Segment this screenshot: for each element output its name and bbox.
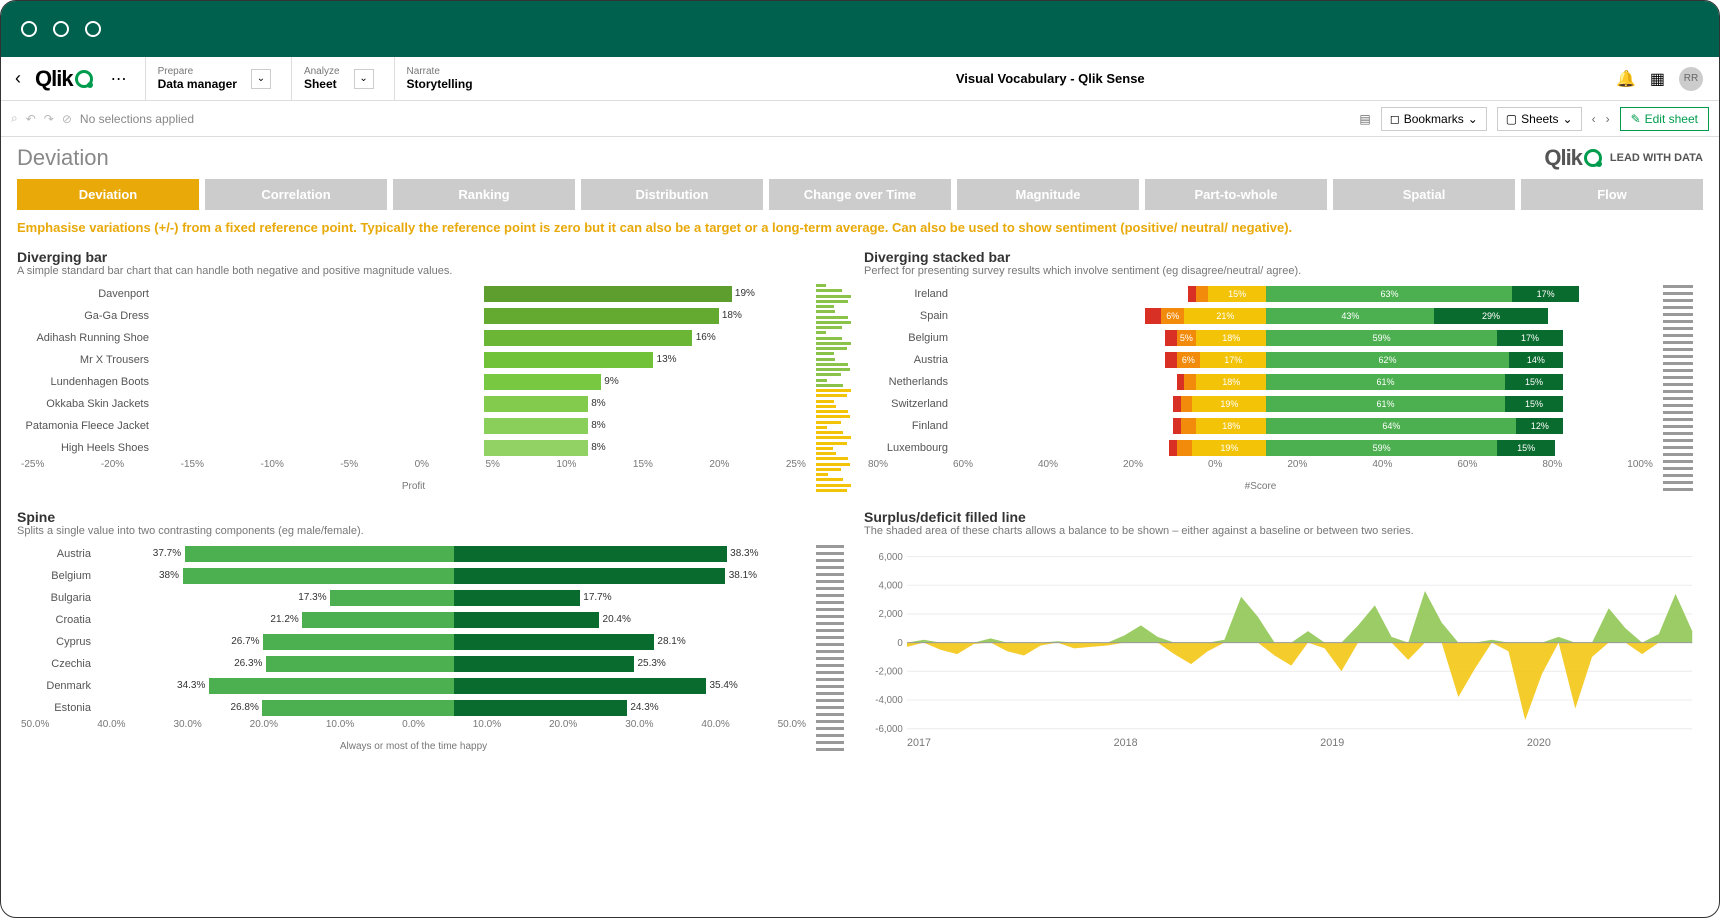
- chevron-down-icon[interactable]: ⌄: [354, 69, 374, 89]
- bell-icon[interactable]: 🔔: [1616, 69, 1636, 89]
- clear-selections-icon[interactable]: ⊘: [62, 112, 72, 126]
- tab-distribution[interactable]: Distribution: [581, 179, 763, 210]
- traffic-light[interactable]: [21, 21, 37, 37]
- smart-search-icon[interactable]: ⌕: [11, 111, 18, 126]
- scroll-minimap[interactable]: [816, 543, 856, 753]
- tab-magnitude[interactable]: Magnitude: [957, 179, 1139, 210]
- chart-title: Diverging bar: [17, 249, 856, 265]
- main-toolbar: ‹ Qlik ⋯ Prepare Data manager ⌄ Analyze …: [1, 57, 1719, 101]
- diverging-bar-chart[interactable]: Davenport 19% Ga-Ga Dress 18% Adihash Ru…: [17, 283, 810, 493]
- svg-text:2017: 2017: [907, 737, 931, 749]
- insight-icon[interactable]: ▤: [1359, 112, 1370, 126]
- prev-sheet-button[interactable]: ‹: [1592, 112, 1596, 126]
- panel-stacked-bar[interactable]: Diverging stacked bar Perfect for presen…: [864, 245, 1703, 497]
- category-description: Emphasise variations (+/-) from a fixed …: [1, 210, 1719, 245]
- bookmarks-button[interactable]: ◻Bookmarks⌄: [1381, 107, 1487, 131]
- traffic-light[interactable]: [53, 21, 69, 37]
- tab-deviation[interactable]: Deviation: [17, 179, 199, 210]
- selection-toolbar: ⌕ ↶ ↷ ⊘ No selections applied ▤ ◻Bookmar…: [1, 101, 1719, 137]
- svg-text:2018: 2018: [1114, 737, 1138, 749]
- chevron-down-icon[interactable]: ⌄: [251, 69, 271, 89]
- selections-text: No selections applied: [80, 112, 194, 126]
- apps-grid-icon[interactable]: ▦: [1650, 69, 1665, 89]
- tab-flow[interactable]: Flow: [1521, 179, 1703, 210]
- category-tabs: DeviationCorrelationRankingDistributionC…: [1, 179, 1719, 210]
- scroll-minimap[interactable]: [816, 283, 856, 493]
- svg-text:2,000: 2,000: [879, 609, 903, 620]
- step-forward-icon[interactable]: ↷: [44, 112, 54, 126]
- nav-prepare[interactable]: Prepare Data manager ⌄: [145, 57, 283, 100]
- svg-text:0: 0: [897, 638, 902, 649]
- svg-text:2020: 2020: [1527, 737, 1551, 749]
- window-titlebar: [1, 1, 1719, 57]
- brand-tagline: LEAD WITH DATA: [1610, 152, 1703, 164]
- tab-spatial[interactable]: Spatial: [1333, 179, 1515, 210]
- chart-title: Diverging stacked bar: [864, 249, 1703, 265]
- traffic-light[interactable]: [85, 21, 101, 37]
- tab-correlation[interactable]: Correlation: [205, 179, 387, 210]
- edit-sheet-button[interactable]: ✎Edit sheet: [1620, 107, 1709, 131]
- chart-subtitle: The shaded area of these charts allows a…: [864, 525, 1703, 537]
- tab-part-to-whole[interactable]: Part-to-whole: [1145, 179, 1327, 210]
- qlik-logo: Qlik: [35, 66, 93, 92]
- svg-text:-2,000: -2,000: [875, 667, 902, 678]
- tab-ranking[interactable]: Ranking: [393, 179, 575, 210]
- panel-spine[interactable]: Spine Splits a single value into two con…: [17, 505, 856, 762]
- svg-text:-6,000: -6,000: [875, 724, 902, 735]
- svg-text:-4,000: -4,000: [875, 695, 902, 706]
- step-back-icon[interactable]: ↶: [26, 112, 36, 126]
- chart-subtitle: Perfect for presenting survey results wh…: [864, 265, 1703, 277]
- app-title: Visual Vocabulary - Qlik Sense: [493, 71, 1608, 86]
- app-menu-button[interactable]: ⋯: [101, 69, 137, 89]
- stacked-bar-chart[interactable]: Ireland15%63%17%Spain6%21%43%29%Belgium5…: [864, 283, 1657, 493]
- nav-narrate[interactable]: Narrate Storytelling: [394, 57, 485, 100]
- qlik-logo-small: Qlik: [1544, 145, 1602, 171]
- avatar[interactable]: RR: [1679, 67, 1703, 91]
- chart-title: Spine: [17, 509, 856, 525]
- spine-chart[interactable]: Austria 37.7% 38.3% Belgium 38% 38.1% Bu…: [17, 543, 810, 753]
- pencil-icon: ✎: [1631, 112, 1641, 126]
- chart-subtitle: Splits a single value into two contrasti…: [17, 525, 856, 537]
- next-sheet-button[interactable]: ›: [1606, 112, 1610, 126]
- svg-text:4,000: 4,000: [879, 580, 903, 591]
- surplus-deficit-chart[interactable]: 6,000 4,000 2,000 0 -2,000 -4,000 -6,000 2017 20…: [864, 543, 1703, 758]
- svg-text:6,000: 6,000: [879, 552, 903, 563]
- panel-diverging-bar[interactable]: Diverging bar A simple standard bar char…: [17, 245, 856, 497]
- sheets-button[interactable]: ▢Sheets⌄: [1497, 107, 1582, 131]
- back-button[interactable]: ‹: [9, 68, 27, 89]
- nav-analyze[interactable]: Analyze Sheet ⌄: [291, 57, 386, 100]
- page-title: Deviation: [17, 145, 109, 171]
- panel-surplus[interactable]: Surplus/deficit filled line The shaded a…: [864, 505, 1703, 762]
- chart-title: Surplus/deficit filled line: [864, 509, 1703, 525]
- chart-subtitle: A simple standard bar chart that can han…: [17, 265, 856, 277]
- scroll-minimap[interactable]: [1663, 283, 1703, 493]
- tab-change-over-time[interactable]: Change over Time: [769, 179, 951, 210]
- svg-text:2019: 2019: [1320, 737, 1344, 749]
